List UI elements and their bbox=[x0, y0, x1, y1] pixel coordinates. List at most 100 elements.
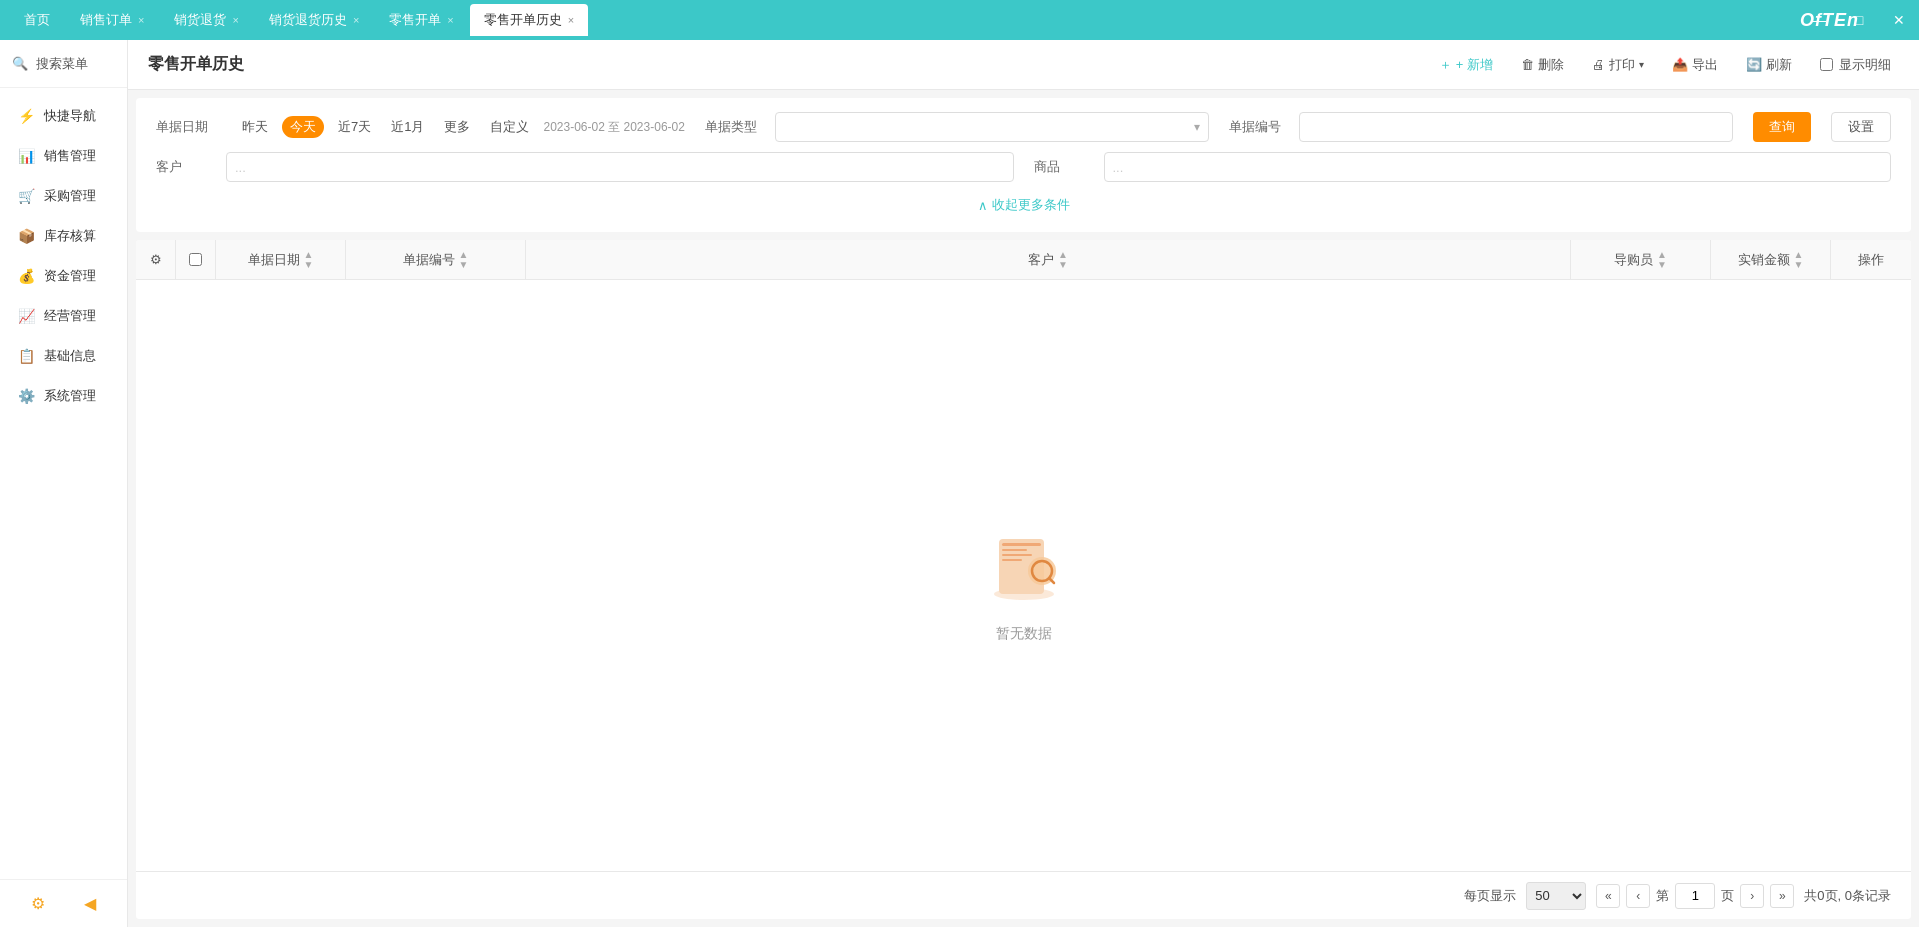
sidebar-label-sales-mgmt: 销售管理 bbox=[44, 147, 96, 165]
sort-date-icon[interactable]: ▲▼ bbox=[304, 250, 314, 270]
empty-text: 暂无数据 bbox=[996, 625, 1052, 643]
display-detail-button[interactable]: 显示明细 bbox=[1812, 52, 1899, 78]
last-page-button[interactable]: » bbox=[1770, 884, 1794, 908]
date-options: 昨天 今天 近7天 近1月 更多 自定义 2023-06-02 至 2023-0… bbox=[236, 116, 685, 138]
type-select-arrow: ▾ bbox=[1194, 120, 1200, 134]
sidebar-item-finance[interactable]: 💰资金管理 bbox=[0, 256, 127, 296]
th-settings[interactable]: ⚙ bbox=[136, 240, 176, 279]
date-label: 单据日期 bbox=[156, 118, 216, 136]
sort-guide-icon[interactable]: ▲▼ bbox=[1657, 250, 1667, 270]
query-button[interactable]: 查询 bbox=[1753, 112, 1811, 142]
sidebar-item-base-info[interactable]: 📋基础信息 bbox=[0, 336, 127, 376]
orderno-input[interactable] bbox=[1299, 112, 1733, 142]
th-guide: 导购员 ▲▼ bbox=[1571, 240, 1711, 279]
goods-label: 商品 bbox=[1034, 158, 1094, 176]
table-body: 暂无数据 bbox=[136, 280, 1911, 871]
tab-close-sales-order[interactable]: × bbox=[138, 14, 144, 26]
sort-amount-icon[interactable]: ▲▼ bbox=[1794, 250, 1804, 270]
add-icon: ＋ bbox=[1439, 56, 1452, 74]
page-input[interactable] bbox=[1675, 883, 1715, 909]
sidebar-search[interactable]: 🔍 搜索菜单 bbox=[0, 40, 127, 88]
icon-sales-mgmt: 📊 bbox=[16, 146, 36, 166]
goods-input[interactable] bbox=[1104, 152, 1892, 182]
collapse-icon: ∧ bbox=[978, 198, 988, 213]
search-icon: 🔍 bbox=[12, 56, 28, 71]
page-nav: « ‹ 第 页 › » bbox=[1596, 883, 1794, 909]
filter-orderno-section: 单据编号 bbox=[1229, 112, 1733, 142]
filter-type-section: 单据类型 ▾ bbox=[705, 112, 1209, 142]
refresh-button[interactable]: 🔄 刷新 bbox=[1738, 52, 1800, 78]
date-opt-custom[interactable]: 自定义 bbox=[484, 116, 535, 138]
filter-customer-section: 客户 bbox=[156, 152, 1014, 182]
tab-close-sales-return-history[interactable]: × bbox=[353, 14, 359, 26]
first-page-button[interactable]: « bbox=[1596, 884, 1620, 908]
th-order-no: 单据编号 ▲▼ bbox=[346, 240, 526, 279]
tab-home[interactable]: 首页 bbox=[10, 4, 64, 36]
date-opt-last1m[interactable]: 近1月 bbox=[385, 116, 430, 138]
content-header: 零售开单历史 ＋ + 新增 🗑 删除 🖨 打印 ▾ 📤 导出 bbox=[128, 40, 1919, 90]
sidebar-label-inventory: 库存核算 bbox=[44, 227, 96, 245]
add-button[interactable]: ＋ + 新增 bbox=[1431, 52, 1501, 78]
top-bar: 首页销售订单 ×销货退货 ×销货退货历史 ×零售开单 ×零售开单历史 × OfT… bbox=[0, 0, 1919, 40]
export-button[interactable]: 📤 导出 bbox=[1664, 52, 1726, 78]
sidebar-collapse-icon[interactable]: ◀ bbox=[84, 894, 96, 913]
svg-rect-4 bbox=[1002, 554, 1032, 556]
settings-icon: ⚙ bbox=[150, 252, 162, 267]
empty-state: 暂无数据 bbox=[974, 509, 1074, 643]
sidebar-label-system: 系统管理 bbox=[44, 387, 96, 405]
sidebar-label-operations: 经营管理 bbox=[44, 307, 96, 325]
tab-close-retail-open-history[interactable]: × bbox=[568, 14, 574, 26]
delete-button[interactable]: 🗑 删除 bbox=[1513, 52, 1572, 78]
date-opt-more[interactable]: 更多 bbox=[438, 116, 476, 138]
icon-inventory: 📦 bbox=[16, 226, 36, 246]
tab-retail-open[interactable]: 零售开单 × bbox=[375, 4, 467, 36]
toolbar: ＋ + 新增 🗑 删除 🖨 打印 ▾ 📤 导出 🔄 bbox=[1431, 52, 1899, 78]
prev-page-button[interactable]: ‹ bbox=[1626, 884, 1650, 908]
sidebar-item-sales-mgmt[interactable]: 📊 销售管理 bbox=[0, 136, 127, 176]
filter-row-1: 单据日期 昨天 今天 近7天 近1月 更多 自定义 2023-06-02 至 2… bbox=[156, 112, 1891, 142]
page-title: 零售开单历史 bbox=[148, 54, 1431, 75]
sidebar-bottom: ⚙ ◀ bbox=[0, 879, 127, 927]
filter-area: 单据日期 昨天 今天 近7天 近1月 更多 自定义 2023-06-02 至 2… bbox=[136, 98, 1911, 232]
date-opt-yesterday[interactable]: 昨天 bbox=[236, 116, 274, 138]
tab-close-sales-return[interactable]: × bbox=[232, 14, 238, 26]
tab-sales-return[interactable]: 销货退货 × bbox=[160, 4, 252, 36]
next-page-button[interactable]: › bbox=[1740, 884, 1764, 908]
sidebar-settings-icon[interactable]: ⚙ bbox=[31, 894, 45, 913]
tab-bar: 首页销售订单 ×销货退货 ×销货退货历史 ×零售开单 ×零售开单历史 × bbox=[10, 4, 1909, 36]
table-header: ⚙ 单据日期 ▲▼ 单据编号 ▲▼ 客户 ▲▼ 导购员 bbox=[136, 240, 1911, 280]
date-opt-last7[interactable]: 近7天 bbox=[332, 116, 377, 138]
pagination: 每页显示 50 10 20 100 « ‹ 第 页 › » 共0页, 0条记录 bbox=[136, 871, 1911, 919]
print-icon: 🖨 bbox=[1592, 57, 1605, 72]
window-controls: — □ ✕ bbox=[1799, 0, 1919, 40]
select-all-checkbox[interactable] bbox=[189, 253, 202, 266]
th-amount: 实销金额 ▲▼ bbox=[1711, 240, 1831, 279]
display-detail-checkbox[interactable] bbox=[1820, 58, 1833, 71]
tab-close-retail-open[interactable]: × bbox=[447, 14, 453, 26]
sidebar-item-purchase-mgmt[interactable]: 🛒采购管理 bbox=[0, 176, 127, 216]
icon-quick-nav: ⚡ bbox=[16, 106, 36, 126]
pagination-summary: 共0页, 0条记录 bbox=[1804, 887, 1891, 905]
sidebar-item-system[interactable]: ⚙️系统管理 bbox=[0, 376, 127, 416]
sort-orderno-icon[interactable]: ▲▼ bbox=[459, 250, 469, 270]
per-page-select[interactable]: 50 10 20 100 bbox=[1526, 882, 1586, 910]
tab-sales-order[interactable]: 销售订单 × bbox=[66, 4, 158, 36]
date-opt-today[interactable]: 今天 bbox=[282, 116, 324, 138]
sidebar-label-finance: 资金管理 bbox=[44, 267, 96, 285]
sidebar-item-quick-nav[interactable]: ⚡快捷导航 bbox=[0, 96, 127, 136]
settings-button[interactable]: 设置 bbox=[1831, 112, 1891, 142]
maximize-button[interactable]: □ bbox=[1839, 0, 1879, 40]
sort-customer-icon[interactable]: ▲▼ bbox=[1058, 250, 1068, 270]
collapse-more[interactable]: ∧ 收起更多条件 bbox=[156, 192, 1891, 218]
th-checkbox[interactable] bbox=[176, 240, 216, 279]
minimize-button[interactable]: — bbox=[1799, 0, 1839, 40]
sidebar-item-operations[interactable]: 📈经营管理 bbox=[0, 296, 127, 336]
tab-sales-return-history[interactable]: 销货退货历史 × bbox=[255, 4, 373, 36]
table-area: ⚙ 单据日期 ▲▼ 单据编号 ▲▼ 客户 ▲▼ 导购员 bbox=[136, 240, 1911, 919]
print-button[interactable]: 🖨 打印 ▾ bbox=[1584, 52, 1652, 78]
close-button[interactable]: ✕ bbox=[1879, 0, 1919, 40]
tab-retail-open-history[interactable]: 零售开单历史 × bbox=[470, 4, 588, 36]
sidebar-item-inventory[interactable]: 📦 库存核算 bbox=[0, 216, 127, 256]
customer-input[interactable] bbox=[226, 152, 1014, 182]
type-select[interactable]: ▾ bbox=[775, 112, 1209, 142]
